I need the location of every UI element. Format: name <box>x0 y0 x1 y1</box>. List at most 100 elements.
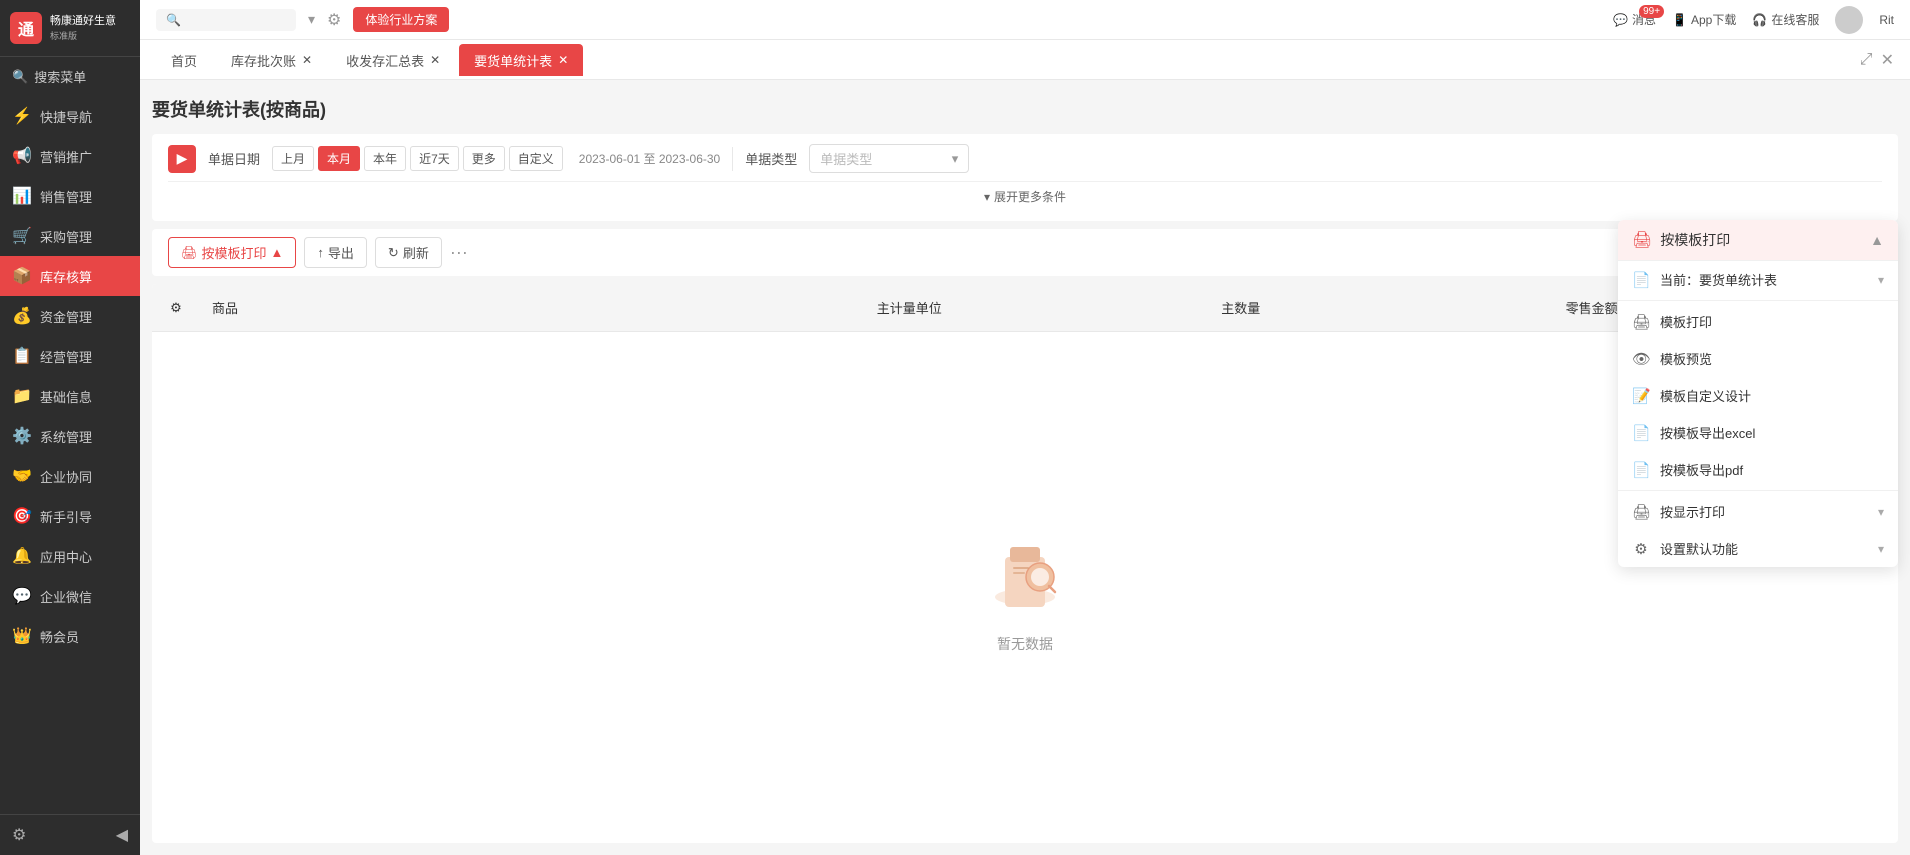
sidebar: 通 畅康通好生意 标准版 🔍 搜索菜单 ⚡ 快捷导航 📢 营销推广 📊 销售管理… <box>0 0 140 855</box>
template-preview-label: 模板预览 <box>1660 349 1884 368</box>
th-settings[interactable]: ⚙ <box>152 294 200 322</box>
print-label: 按模板打印 <box>202 243 267 262</box>
sidebar-item-system[interactable]: ⚙️ 系统管理 <box>0 416 140 456</box>
dropdown-template-preview[interactable]: 👁 模板预览 <box>1618 340 1898 377</box>
export-icon: ↑ <box>317 245 324 260</box>
logo-badge: 标准版 <box>50 29 116 42</box>
tab-order-stats-close[interactable]: ✕ <box>558 53 568 67</box>
settings-bottom-icon[interactable]: ⚙ <box>12 825 26 845</box>
sidebar-item-label: 畅会员 <box>40 627 79 646</box>
dropdown-default-func[interactable]: ⚙ 设置默认功能 ▾ <box>1618 530 1898 567</box>
print-template-button[interactable]: 🖨 按模板打印 ▲ <box>168 237 296 268</box>
more-actions-icon[interactable]: ··· <box>450 242 468 263</box>
sidebar-item-operations[interactable]: 📋 经营管理 <box>0 336 140 376</box>
sidebar-item-cooperation[interactable]: 🤝 企业协同 <box>0 456 140 496</box>
close-tab-window-icon[interactable]: ✕ <box>1881 50 1894 70</box>
refresh-button[interactable]: ↻ 刷新 <box>375 237 442 268</box>
current-year-btn[interactable]: 本年 <box>364 146 406 171</box>
dropdown-template-design[interactable]: 📝 模板自定义设计 <box>1618 377 1898 414</box>
sidebar-item-basic-info[interactable]: 📁 基础信息 <box>0 376 140 416</box>
export-button[interactable]: ↑ 导出 <box>304 237 367 268</box>
tab-order-stats[interactable]: 要货单统计表 ✕ <box>459 44 583 76</box>
export-pdf-label: 按模板导出pdf <box>1660 460 1884 479</box>
dropdown-title: 按模板打印 <box>1660 230 1730 250</box>
quick-nav-icon: ⚡ <box>12 106 32 126</box>
sidebar-item-appstore[interactable]: 🔔 应用中心 <box>0 536 140 576</box>
guide-icon: 🎯 <box>12 506 32 526</box>
last-7-days-btn[interactable]: 近7天 <box>410 146 459 171</box>
filter-separator <box>732 147 733 171</box>
voucher-type-label: 单据类型 <box>745 149 797 168</box>
more-date-btn[interactable]: 更多 <box>463 146 505 171</box>
prev-month-btn[interactable]: 上月 <box>272 146 314 171</box>
custom-date-btn[interactable]: 自定义 <box>509 146 563 171</box>
voucher-type-dropdown[interactable]: 单据类型 ▾ <box>809 144 969 173</box>
dropdown-display-print[interactable]: 🖨 按显示打印 ▾ <box>1618 493 1898 530</box>
user-avatar[interactable] <box>1835 6 1863 34</box>
dropdown-current-template[interactable]: 📄 当前：要货单统计表 ▾ <box>1618 261 1898 298</box>
tab-inventory-batch-close[interactable]: ✕ <box>302 53 312 67</box>
print-dropdown-arrow: ▲ <box>271 245 284 260</box>
wecom-icon: 💬 <box>12 586 32 606</box>
logo-text: 畅康通好生意 <box>50 14 116 29</box>
date-filter-label: 单据日期 <box>208 149 260 168</box>
dropdown-export-excel[interactable]: 📄 按模板导出excel <box>1618 414 1898 451</box>
current-month-btn[interactable]: 本月 <box>318 146 360 171</box>
empty-text: 暂无数据 <box>997 634 1053 654</box>
template-icon: 📄 <box>1632 271 1650 289</box>
tab-receipt-summary[interactable]: 收发存汇总表 ✕ <box>331 44 455 76</box>
voucher-type-value: 单据类型 <box>820 149 945 168</box>
trial-button[interactable]: 体验行业方案 <box>353 7 449 32</box>
filter-expand-button[interactable]: ▶ <box>168 145 196 173</box>
expand-icon: ▾ <box>984 190 990 204</box>
th-product: 商品 <box>200 292 865 323</box>
collapse-icon[interactable]: ◀ <box>116 825 128 845</box>
sidebar-item-finance[interactable]: 💰 资金管理 <box>0 296 140 336</box>
empty-state: 暂无数据 <box>975 522 1075 654</box>
tab-receipt-summary-close[interactable]: ✕ <box>430 53 440 67</box>
notifications-btn[interactable]: 💬 消息 99+ <box>1613 11 1656 28</box>
sidebar-item-quick-nav[interactable]: ⚡ 快捷导航 <box>0 96 140 136</box>
th-unit: 主计量单位 <box>865 292 1209 323</box>
sidebar-search-label: 搜索菜单 <box>34 67 86 86</box>
sidebar-item-guide[interactable]: 🎯 新手引导 <box>0 496 140 536</box>
template-preview-icon: 👁 <box>1632 350 1650 368</box>
customer-service-btn[interactable]: 🎧 在线客服 <box>1752 11 1819 28</box>
column-settings-icon[interactable]: ⚙ <box>170 300 182 315</box>
sidebar-item-wecom[interactable]: 💬 企业微信 <box>0 576 140 616</box>
sidebar-item-inventory[interactable]: 📦 库存核算 <box>0 256 140 296</box>
sidebar-item-label: 企业微信 <box>40 587 92 606</box>
tab-home[interactable]: 首页 <box>156 44 212 76</box>
sales-icon: 📊 <box>12 186 32 206</box>
sidebar-nav: ⚡ 快捷导航 📢 营销推广 📊 销售管理 🛒 采购管理 📦 库存核算 💰 资金管… <box>0 96 140 814</box>
tab-inventory-batch[interactable]: 库存批次账 ✕ <box>216 44 327 76</box>
sidebar-item-label: 采购管理 <box>40 227 92 246</box>
export-label: 导出 <box>328 243 354 262</box>
username-label: Rit <box>1879 13 1894 27</box>
app-download-btn[interactable]: 📱 App下载 <box>1672 11 1736 28</box>
maximize-icon[interactable]: ⤢ <box>1860 51 1873 69</box>
finance-icon: 💰 <box>12 306 32 326</box>
sidebar-item-marketing[interactable]: 📢 营销推广 <box>0 136 140 176</box>
basic-info-icon: 📁 <box>12 386 32 406</box>
sidebar-item-sales[interactable]: 📊 销售管理 <box>0 176 140 216</box>
export-pdf-icon: 📄 <box>1632 461 1650 479</box>
header-search-box[interactable]: 🔍 <box>156 9 296 31</box>
search-icon: 🔍 <box>12 69 28 85</box>
print-header-icon: 🖨 <box>1632 230 1652 250</box>
current-template-arrow: ▾ <box>1878 273 1884 287</box>
dropdown-close-btn[interactable]: ▲ <box>1870 232 1884 248</box>
header-right: 💬 消息 99+ 📱 App下载 🎧 在线客服 Rit <box>1613 6 1894 34</box>
header-dropdown-arrow[interactable]: ▾ <box>308 11 315 28</box>
sidebar-item-purchase[interactable]: 🛒 采购管理 <box>0 216 140 256</box>
cooperation-icon: 🤝 <box>12 466 32 486</box>
dropdown-header-left: 🖨 按模板打印 <box>1632 230 1730 250</box>
voucher-type-arrow: ▾ <box>952 151 959 167</box>
expand-more-button[interactable]: ▾ 展开更多条件 <box>984 188 1066 205</box>
dropdown-template-print[interactable]: 🖨 模板打印 <box>1618 303 1898 340</box>
header-gear-icon[interactable]: ⚙ <box>327 10 341 30</box>
app-download-label: App下载 <box>1691 11 1736 28</box>
sidebar-item-membership[interactable]: 👑 畅会员 <box>0 616 140 656</box>
sidebar-search[interactable]: 🔍 搜索菜单 <box>0 57 140 96</box>
dropdown-export-pdf[interactable]: 📄 按模板导出pdf <box>1618 451 1898 488</box>
